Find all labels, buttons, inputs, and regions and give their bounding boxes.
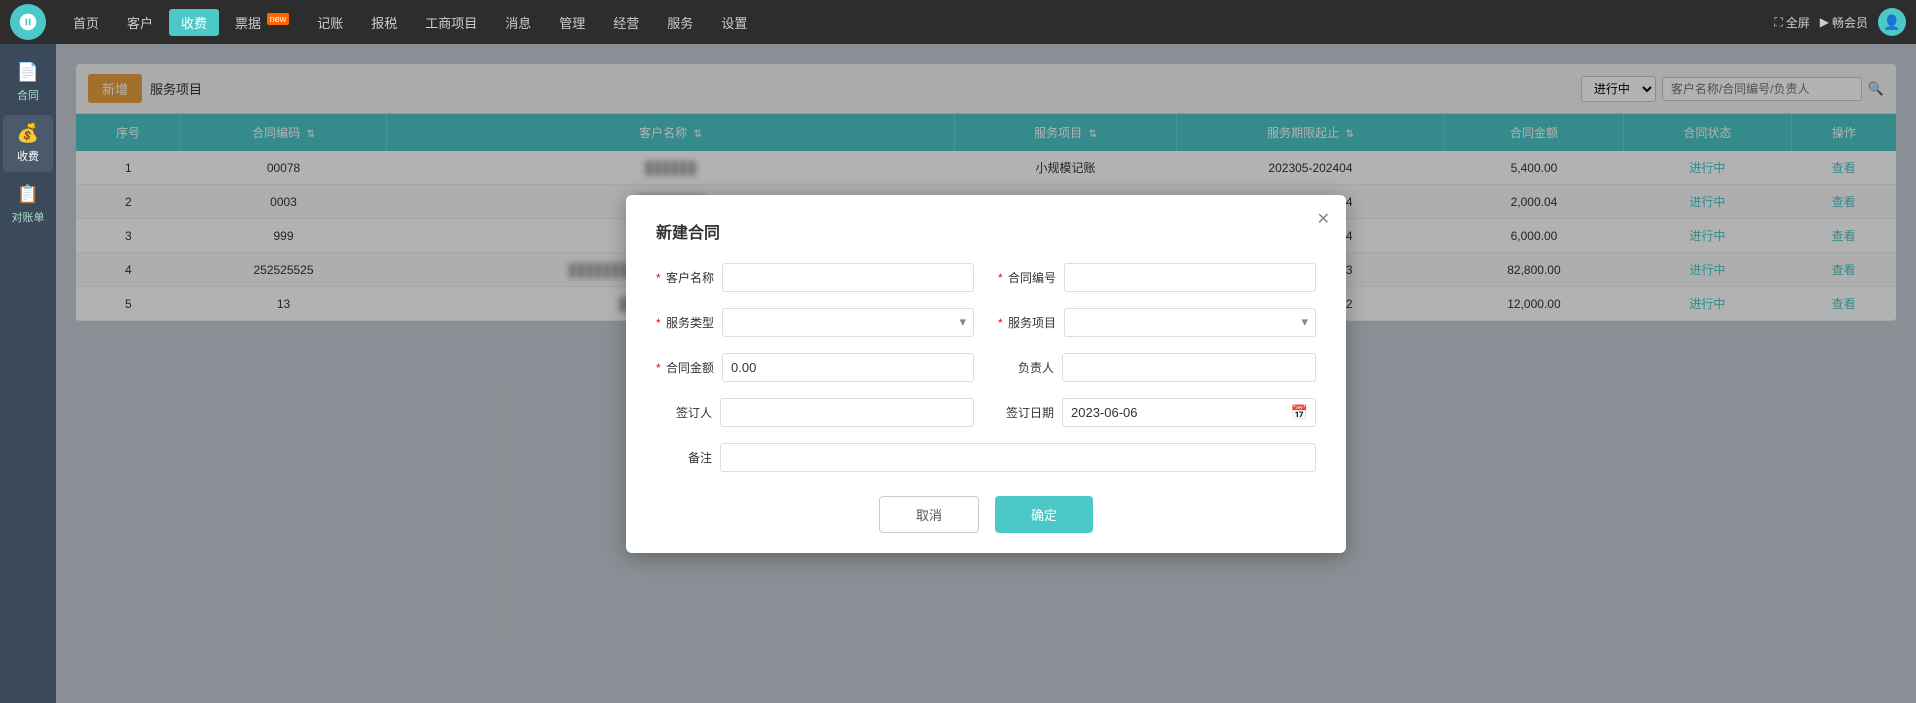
calendar-icon[interactable]: 📅 (1291, 404, 1308, 421)
nav-manage[interactable]: 管理 (547, 9, 597, 36)
modal-footer: 取消 确定 (656, 496, 1316, 533)
nav-service[interactable]: 服务 (655, 9, 705, 36)
contract-no-label: * 合同编号 (998, 269, 1056, 286)
sign-date-label: 签订日期 (998, 404, 1054, 421)
member-icon: ▶ (1820, 15, 1829, 29)
new-contract-modal: 新建合同 ✕ * 客户名称 * 合同编号 (626, 195, 1346, 553)
service-type-select-wrap (722, 308, 974, 337)
remark-input[interactable] (720, 443, 1316, 472)
customer-input[interactable] (722, 263, 974, 292)
customer-label: * 客户名称 (656, 269, 714, 286)
nav-operation[interactable]: 经营 (601, 9, 651, 36)
fee-icon: 💰 (17, 123, 39, 144)
statement-icon: 📋 (17, 184, 39, 205)
field-remark: 备注 (656, 443, 1316, 472)
field-customer: * 客户名称 (656, 263, 974, 292)
modal-title: 新建合同 (656, 219, 1316, 243)
nav-fee[interactable]: 收费 (169, 9, 219, 36)
required-mark5: * (656, 361, 661, 375)
required-mark3: * (656, 316, 661, 330)
sidebar-item-statement[interactable]: 📋 对账单 (3, 176, 53, 233)
contract-no-input[interactable] (1064, 263, 1316, 292)
top-nav-right: ⛶ 全屏 ▶ 畅会员 👤 (1774, 8, 1906, 36)
nav-tax[interactable]: 报税 (359, 9, 409, 36)
left-sidebar: 📄 合同 💰 收费 📋 对账单 (0, 44, 56, 703)
owner-label: 负责人 (998, 359, 1054, 376)
field-amount: * 合同金额 (656, 353, 974, 382)
form-grid: * 客户名称 * 合同编号 (656, 263, 1316, 472)
required-mark4: * (998, 316, 1003, 330)
modal-close-button[interactable]: ✕ (1317, 209, 1330, 229)
nav-home[interactable]: 首页 (61, 9, 111, 36)
field-service-type: * 服务类型 (656, 308, 974, 337)
owner-input[interactable] (1062, 353, 1316, 382)
service-item-select[interactable] (1064, 308, 1316, 337)
field-sign-date: 签订日期 📅 (998, 398, 1316, 427)
service-item-label: * 服务项目 (998, 314, 1056, 331)
sidebar-item-fee[interactable]: 💰 收费 (3, 115, 53, 172)
fullscreen-icon: ⛶ (1774, 15, 1782, 30)
nav-bill[interactable]: 票据 new (223, 9, 301, 36)
content-area: 新增 服务项目 进行中 已完成 已终止 🔍 序号 (56, 44, 1916, 703)
field-contract-no: * 合同编号 (998, 263, 1316, 292)
required-mark: * (656, 271, 661, 285)
sign-date-wrap: 📅 (1062, 398, 1316, 427)
field-service-item: * 服务项目 (998, 308, 1316, 337)
modal-overlay: 新建合同 ✕ * 客户名称 * 合同编号 (56, 44, 1916, 703)
member-button[interactable]: ▶ 畅会员 (1820, 14, 1868, 31)
signer-input[interactable] (720, 398, 974, 427)
nav-items: 首页 客户 收费 票据 new 记账 报税 工商项目 消息 管理 经营 服务 设… (61, 9, 1774, 36)
fullscreen-button[interactable]: ⛶ 全屏 (1774, 14, 1809, 31)
required-mark2: * (998, 271, 1003, 285)
new-badge: new (267, 13, 290, 25)
sign-date-input[interactable] (1062, 398, 1316, 427)
nav-settings[interactable]: 设置 (709, 9, 759, 36)
logo (10, 4, 46, 40)
amount-input[interactable] (722, 353, 974, 382)
top-nav: 首页 客户 收费 票据 new 记账 报税 工商项目 消息 管理 经营 服务 设… (0, 0, 1916, 44)
nav-message[interactable]: 消息 (493, 9, 543, 36)
signer-label: 签订人 (656, 404, 712, 421)
remark-label: 备注 (656, 449, 712, 466)
cancel-button[interactable]: 取消 (879, 496, 979, 533)
nav-accounting[interactable]: 记账 (305, 9, 355, 36)
service-item-select-wrap (1064, 308, 1316, 337)
amount-label: * 合同金额 (656, 359, 714, 376)
service-type-select[interactable] (722, 308, 974, 337)
service-type-label: * 服务类型 (656, 314, 714, 331)
confirm-button[interactable]: 确定 (995, 496, 1093, 533)
field-owner: 负责人 (998, 353, 1316, 382)
field-signer: 签订人 (656, 398, 974, 427)
contract-icon: 📄 (17, 62, 39, 83)
avatar[interactable]: 👤 (1878, 8, 1906, 36)
nav-business[interactable]: 工商项目 (413, 9, 489, 36)
nav-customer[interactable]: 客户 (115, 9, 165, 36)
sidebar-item-contract[interactable]: 📄 合同 (3, 54, 53, 111)
main-layout: 📄 合同 💰 收费 📋 对账单 新增 服务项目 进行中 已完成 已终止 (0, 44, 1916, 703)
